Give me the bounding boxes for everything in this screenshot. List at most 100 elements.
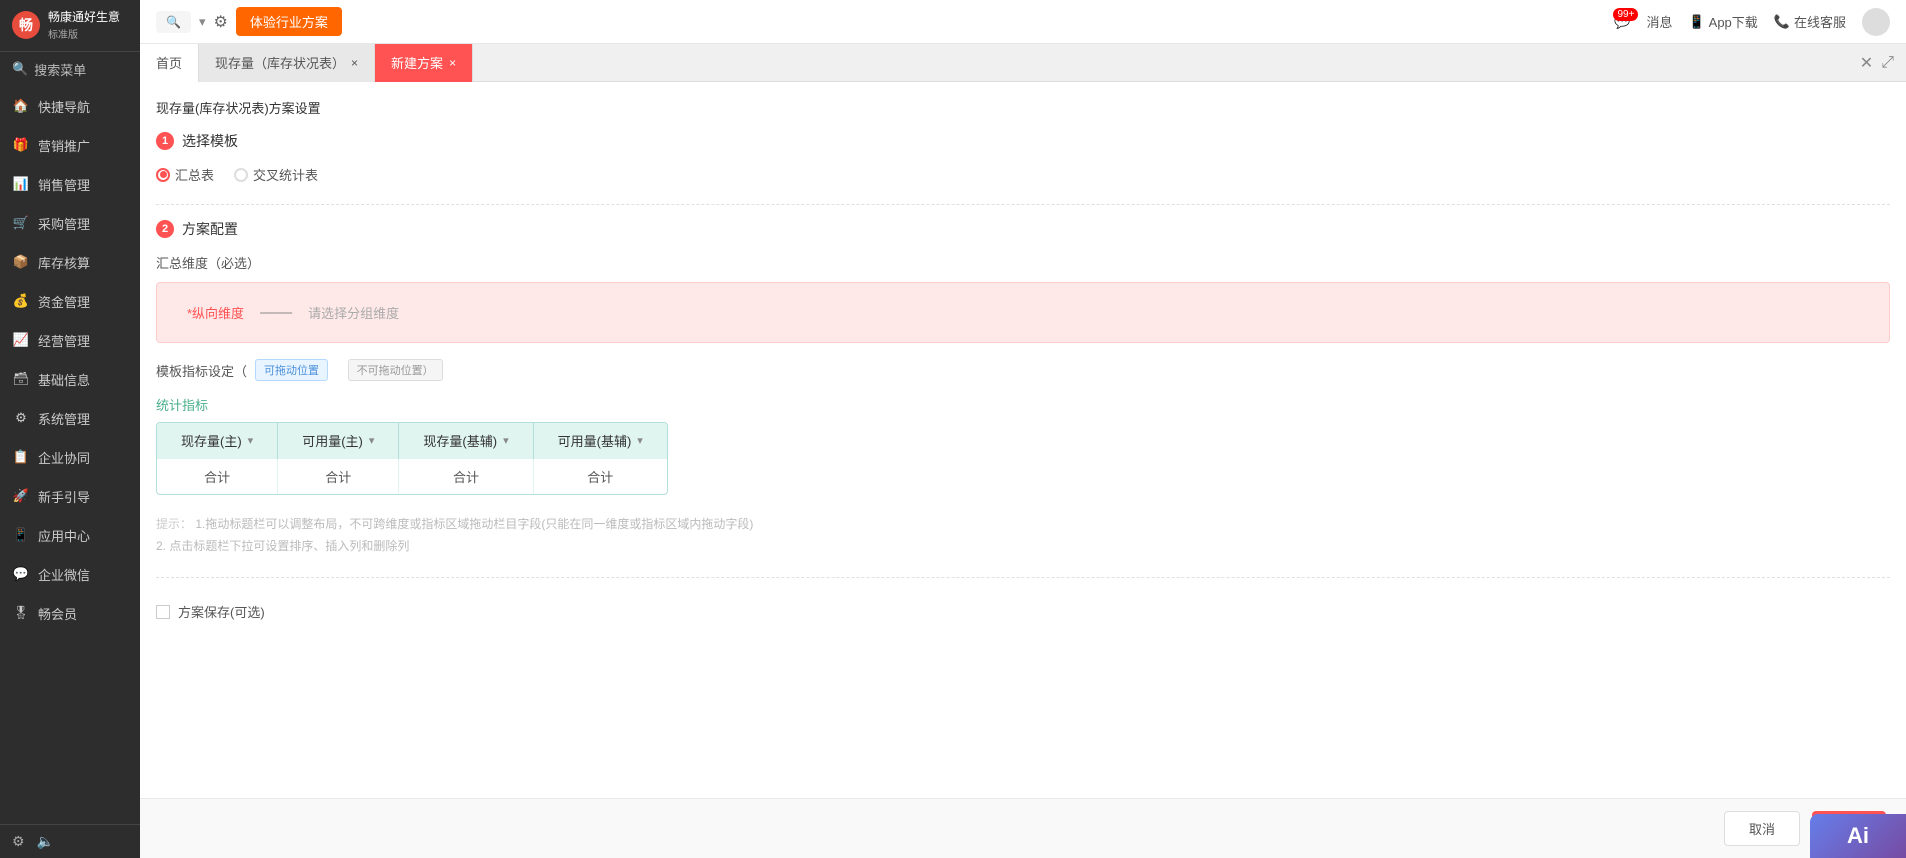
- app-center-icon: 📱: [12, 526, 30, 544]
- stats-title: 统计指标: [156, 395, 1890, 414]
- tab-expand-button[interactable]: ⤢: [1881, 54, 1894, 72]
- dimension-area[interactable]: *纵向维度 —— 请选择分组维度: [156, 282, 1890, 343]
- cooperation-icon: 📋: [12, 448, 30, 466]
- col-present-main-arrow[interactable]: ▾: [248, 434, 254, 447]
- col-header-present-aux[interactable]: 现存量(基辅) ▾: [399, 423, 533, 459]
- purchase-icon: 🛒: [12, 214, 30, 232]
- save-option-area: 方案保存(可选): [156, 592, 1890, 631]
- app-download-label: App下载: [1709, 12, 1758, 31]
- tips-item-1: 1.拖动标题栏可以调整布局，不可跨维度或指标区域拖动栏目字段(只能在同一维度或指…: [195, 517, 753, 531]
- metrics-header-row: 现存量(主) ▾ 可用量(主) ▾: [157, 423, 667, 459]
- tab-close-button[interactable]: ✕: [1860, 53, 1873, 73]
- tips-item-2: 2. 点击标题栏下拉可设置排序、插入列和删除列: [156, 539, 409, 553]
- tab-inventory[interactable]: 现存量（库存状况表） ×: [199, 44, 375, 82]
- sidebar-item-wechat[interactable]: 💬 企业微信: [0, 555, 140, 594]
- col-header-present-main[interactable]: 现存量(主) ▾: [157, 423, 278, 459]
- metrics-config-text: 模板指标设定（: [156, 361, 247, 380]
- col-header-available-main[interactable]: 可用量(主) ▾: [278, 423, 399, 459]
- col-present-aux-label: 现存量(基辅): [423, 431, 497, 450]
- wechat-icon: 💬: [12, 565, 30, 583]
- sidebar-item-operation[interactable]: 📈 经营管理: [0, 321, 140, 360]
- tab-controls: ✕ ⤢: [1860, 53, 1906, 73]
- summary-dim-label: 汇总维度（必选）: [156, 253, 1890, 272]
- sidebar-item-cooperation[interactable]: 📋 企业协同: [0, 438, 140, 477]
- sidebar-item-system[interactable]: ⚙ 系统管理: [0, 399, 140, 438]
- metrics-config-sep: [336, 363, 340, 378]
- vip-icon: 🎖: [12, 604, 30, 622]
- dim-arrow: ——: [260, 304, 292, 322]
- topbar-settings-icon[interactable]: ⚙: [213, 12, 227, 32]
- app-download-link[interactable]: 📱 App下载: [1688, 12, 1757, 31]
- sidebar-item-finance[interactable]: 💰 资金管理: [0, 282, 140, 321]
- col-available-main-arrow[interactable]: ▾: [369, 434, 375, 447]
- sidebar-item-label: 销售管理: [38, 175, 90, 194]
- speaker-icon[interactable]: 🔈: [37, 833, 54, 850]
- online-service-link[interactable]: 📞 在线客服: [1774, 12, 1846, 31]
- inventory-icon: 📦: [12, 253, 30, 271]
- sidebar-item-label: 资金管理: [38, 292, 90, 311]
- sidebar-item-marketing[interactable]: 🎁 营销推广: [0, 126, 140, 165]
- topbar-left: 🔍 ▾ ⚙ 体验行业方案: [156, 7, 1602, 36]
- radio-summary[interactable]: [156, 168, 170, 182]
- tab-new-plan-label: 新建方案: [391, 53, 443, 72]
- col-available-main-label: 可用量(主): [302, 431, 363, 450]
- content-area: 现存量(库存状况表)方案设置 1 选择模板 汇总表 交叉统计表: [140, 82, 1906, 798]
- tab-new-plan[interactable]: 新建方案 ×: [375, 44, 473, 82]
- cell-present-main-sum: 合计: [157, 459, 278, 495]
- page-title: 现存量(库存状况表)方案设置: [156, 98, 1890, 117]
- ai-badge[interactable]: Ai: [1810, 814, 1906, 858]
- message-icon[interactable]: 💬 99+: [1614, 14, 1630, 30]
- logo-icon: 畅: [12, 11, 40, 39]
- section-choose-template: 1 选择模板 汇总表 交叉统计表: [156, 131, 1890, 184]
- tabs-bar: 首页 现存量（库存状况表） × 新建方案 × ✕ ⤢: [140, 44, 1906, 82]
- save-option-label: 方案保存(可选): [178, 602, 265, 621]
- tab-inventory-close[interactable]: ×: [351, 56, 358, 70]
- sidebar-item-quick-nav[interactable]: 🏠 快捷导航: [0, 87, 140, 126]
- section-plan-config: 2 方案配置 汇总维度（必选） *纵向维度 —— 请选择分组维度 模板指标设定（…: [156, 219, 1890, 557]
- template-option-cross[interactable]: 交叉统计表: [234, 165, 318, 184]
- template-cross-label: 交叉统计表: [253, 165, 318, 184]
- sidebar-item-vip[interactable]: 🎖 畅会员: [0, 594, 140, 633]
- sidebar-item-basic-info[interactable]: 🗃 基础信息: [0, 360, 140, 399]
- sidebar-item-app-center[interactable]: 📱 应用中心: [0, 516, 140, 555]
- sidebar-item-guide[interactable]: 🚀 新手引导: [0, 477, 140, 516]
- template-option-summary[interactable]: 汇总表: [156, 165, 214, 184]
- col-header-available-aux[interactable]: 可用量(基辅) ▾: [533, 423, 667, 459]
- settings-footer-icon[interactable]: ⚙: [12, 833, 25, 850]
- operation-icon: 📈: [12, 331, 30, 349]
- metrics-data-row: 合计 合计 合计 合计: [157, 459, 667, 495]
- sidebar-item-sales[interactable]: 📊 销售管理: [0, 165, 140, 204]
- topbar-dropdown-icon[interactable]: ▾: [199, 14, 206, 30]
- sidebar-item-inventory[interactable]: 📦 库存核算: [0, 243, 140, 282]
- topbar-search-box[interactable]: 🔍: [156, 11, 191, 33]
- msg-label: 消息: [1646, 12, 1672, 31]
- sidebar-item-label: 库存核算: [38, 253, 90, 272]
- metrics-config-label: 模板指标设定（ 可拖动位置 不可拖动位置）: [156, 359, 1890, 381]
- save-option-checkbox[interactable]: [156, 605, 170, 619]
- tab-inventory-label: 现存量（库存状况表）: [215, 53, 345, 72]
- app-icon: 📱: [1688, 14, 1704, 30]
- metrics-table: 现存量(主) ▾ 可用量(主) ▾: [156, 422, 668, 495]
- metrics-config-area: 统计指标 现存量(主) ▾: [156, 395, 1890, 498]
- sidebar-footer: ⚙ 🔈: [0, 824, 140, 858]
- logo-name: 畅康通好生意: [48, 10, 120, 26]
- section2-header: 2 方案配置: [156, 219, 1890, 239]
- tab-home[interactable]: 首页: [140, 44, 199, 82]
- trial-industry-button[interactable]: 体验行业方案: [236, 7, 342, 36]
- col-available-aux-arrow[interactable]: ▾: [637, 434, 643, 447]
- sidebar-item-purchase[interactable]: 🛒 采购管理: [0, 204, 140, 243]
- user-avatar[interactable]: [1862, 8, 1890, 36]
- tab-new-plan-close[interactable]: ×: [449, 56, 456, 70]
- finance-icon: 💰: [12, 292, 30, 310]
- sidebar-item-label: 采购管理: [38, 214, 90, 233]
- tips-title: 提示：: [156, 517, 192, 531]
- sidebar-item-label: 快捷导航: [38, 97, 90, 116]
- sidebar-item-label: 企业微信: [38, 565, 90, 584]
- cancel-button[interactable]: 取消: [1724, 811, 1800, 846]
- col-present-aux-arrow[interactable]: ▾: [503, 434, 509, 447]
- quick-nav-icon: 🏠: [12, 97, 30, 115]
- sidebar-search[interactable]: 🔍 搜索菜单: [0, 52, 140, 87]
- logo-sub: 标准版: [48, 26, 120, 41]
- sidebar-item-label: 营销推广: [38, 136, 90, 155]
- radio-cross[interactable]: [234, 168, 248, 182]
